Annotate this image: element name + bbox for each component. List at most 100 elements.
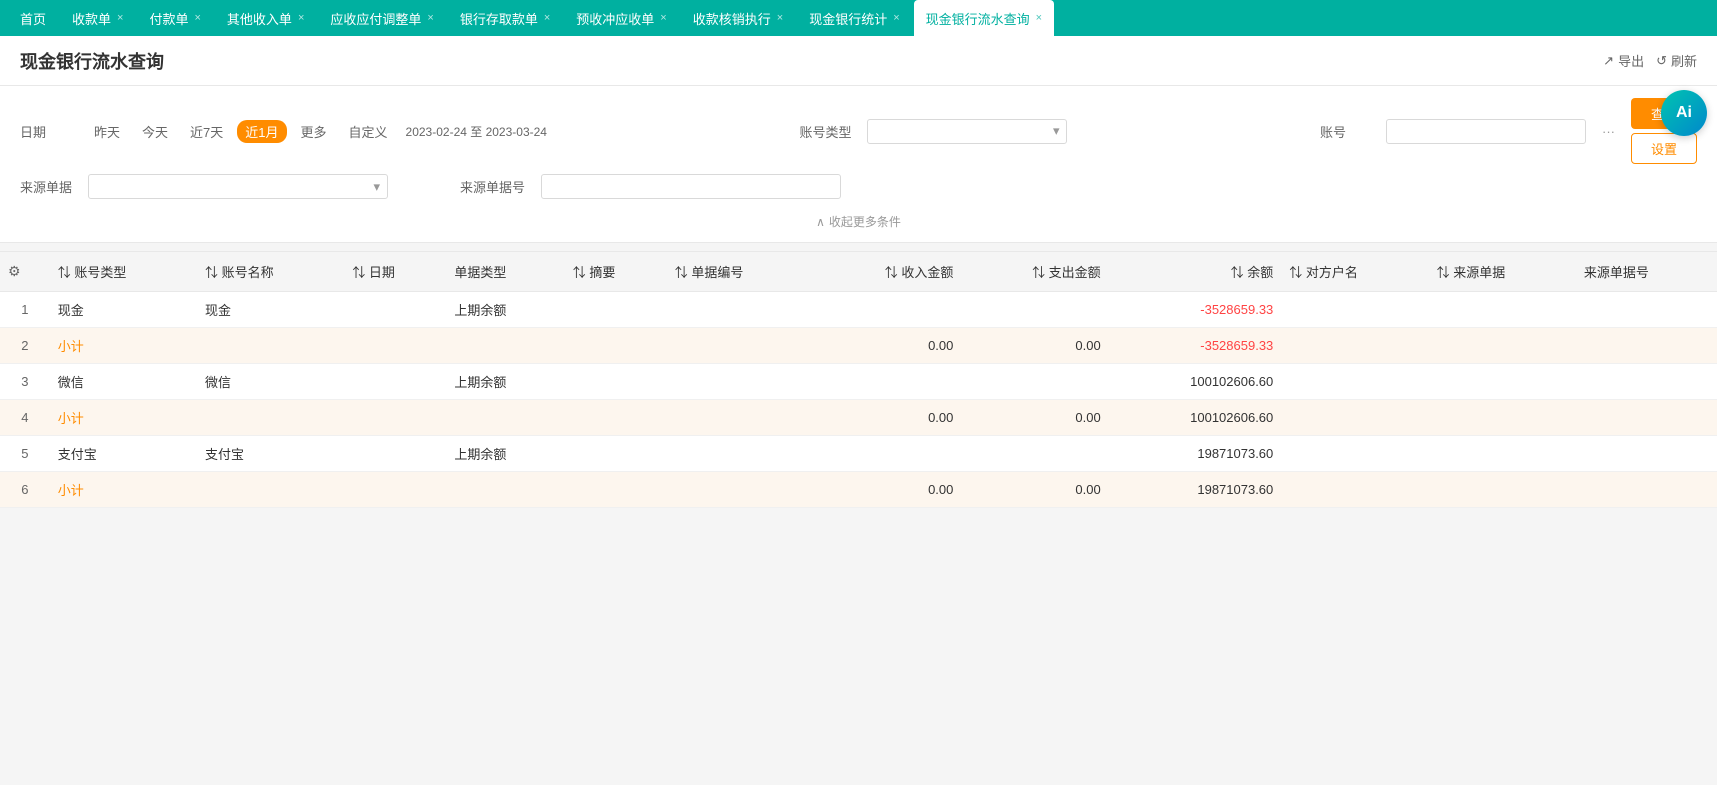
table-body: 1 现金 现金 上期余额 -3528659.33 2 小计 0.00 0.00 …	[0, 292, 1717, 508]
table-row: 6 小计 0.00 0.00 19871073.60	[0, 472, 1717, 508]
nav-tab-other-income[interactable]: 其他收入单 ×	[215, 0, 316, 36]
cell-account-type: 现金	[50, 292, 197, 328]
date-range-display: 2023-02-24 至 2023-03-24	[406, 123, 547, 140]
cell-account-type: 支付宝	[50, 436, 197, 472]
date-btn-yesterday[interactable]: 昨天	[86, 120, 128, 143]
date-btn-more[interactable]: 更多	[293, 120, 335, 143]
close-receipts-icon[interactable]: ×	[117, 12, 123, 24]
col-counterpart[interactable]: ⇅ 对方户名	[1281, 252, 1428, 292]
settings-button[interactable]: 设置	[1631, 133, 1697, 164]
gear-icon: ⚙	[8, 263, 21, 279]
table-row: 3 微信 微信 上期余额 100102606.60	[0, 364, 1717, 400]
col-expense[interactable]: ⇅ 支出金额	[961, 252, 1108, 292]
cell-account-name: 微信	[197, 364, 344, 400]
col-income-label: ⇅ 收入金额	[885, 265, 954, 280]
col-gear[interactable]: ⚙	[0, 252, 50, 292]
close-ar-ap-adjust-icon[interactable]: ×	[427, 12, 433, 24]
date-filter-label: 日期	[20, 122, 70, 141]
nav-tab-ar-ap-adjust-label: 应收应付调整单	[330, 9, 421, 28]
account-input[interactable]	[1386, 119, 1586, 144]
cell-doc-no	[667, 328, 814, 364]
cell-summary	[565, 472, 667, 508]
col-doc-type[interactable]: 单据类型	[446, 252, 564, 292]
collapse-bar[interactable]: ∧ 收起更多条件	[20, 209, 1697, 230]
nav-tab-cash-bank-stats[interactable]: 现金银行统计 ×	[797, 0, 911, 36]
close-bank-deposit-icon[interactable]: ×	[544, 12, 550, 24]
col-balance-label: ⇅ 余额	[1231, 265, 1274, 280]
col-doc-no[interactable]: ⇅ 单据编号	[667, 252, 814, 292]
cell-source-doc	[1429, 436, 1576, 472]
col-expense-label: ⇅ 支出金额	[1032, 265, 1101, 280]
account-type-select[interactable]	[867, 119, 1067, 144]
close-payments-icon[interactable]: ×	[194, 12, 200, 24]
date-btn-7days[interactable]: 近7天	[182, 120, 231, 143]
date-btn-today[interactable]: 今天	[134, 120, 176, 143]
nav-tab-cash-bank-stats-label: 现金银行统计	[809, 9, 887, 28]
cell-balance: 19871073.60	[1109, 436, 1282, 472]
close-collection-exec-icon[interactable]: ×	[777, 12, 783, 24]
filter-row-source: 来源单据 来源单据号	[20, 174, 1697, 199]
nav-tab-home[interactable]: 首页	[8, 0, 58, 36]
col-doc-no-label: ⇅ 单据编号	[675, 265, 744, 280]
col-account-type[interactable]: ⇅ 账号类型	[50, 252, 197, 292]
cell-doc-no	[667, 400, 814, 436]
col-doc-type-label: 单据类型	[454, 265, 506, 280]
cell-num: 1	[0, 292, 50, 328]
table-row: 2 小计 0.00 0.00 -3528659.33	[0, 328, 1717, 364]
ai-badge-button[interactable]: Ai	[1661, 90, 1707, 136]
date-btn-1month[interactable]: 近1月	[237, 120, 286, 143]
col-balance[interactable]: ⇅ 余额	[1109, 252, 1282, 292]
table-row: 5 支付宝 支付宝 上期余额 19871073.60	[0, 436, 1717, 472]
nav-tab-advance-offset-label: 预收冲应收单	[576, 9, 654, 28]
nav-tab-cash-bank-flow[interactable]: 现金银行流水查询 ×	[914, 0, 1054, 36]
cell-income: 0.00	[814, 400, 961, 436]
cell-summary	[565, 328, 667, 364]
cell-num: 5	[0, 436, 50, 472]
col-date-label: ⇅ 日期	[352, 265, 395, 280]
col-date[interactable]: ⇅ 日期	[344, 252, 446, 292]
col-source-doc-no[interactable]: 来源单据号	[1576, 252, 1717, 292]
export-button[interactable]: ↗ 导出	[1603, 51, 1644, 70]
cell-doc-type	[446, 472, 564, 508]
col-income[interactable]: ⇅ 收入金额	[814, 252, 961, 292]
close-other-income-icon[interactable]: ×	[298, 12, 304, 24]
export-label: 导出	[1618, 51, 1644, 70]
nav-tab-payments[interactable]: 付款单 ×	[137, 0, 212, 36]
col-account-name-label: ⇅ 账号名称	[205, 265, 274, 280]
cell-account-name: 现金	[197, 292, 344, 328]
close-cash-bank-flow-icon[interactable]: ×	[1036, 12, 1042, 24]
nav-tab-receipts-label: 收款单	[72, 9, 111, 28]
account-type-select-wrapper	[867, 119, 1067, 144]
cell-date	[344, 436, 446, 472]
refresh-label: 刷新	[1671, 51, 1697, 70]
account-type-label: 账号类型	[799, 122, 851, 141]
export-icon: ↗	[1603, 53, 1614, 69]
close-advance-offset-icon[interactable]: ×	[660, 12, 666, 24]
nav-tab-advance-offset[interactable]: 预收冲应收单 ×	[564, 0, 678, 36]
source-doc-select[interactable]	[88, 174, 388, 199]
col-account-type-label: ⇅ 账号类型	[58, 265, 127, 280]
cell-num: 2	[0, 328, 50, 364]
date-btn-custom[interactable]: 自定义	[341, 120, 396, 143]
nav-tab-bank-deposit[interactable]: 银行存取款单 ×	[448, 0, 562, 36]
refresh-button[interactable]: ↺ 刷新	[1656, 51, 1697, 70]
cell-date	[344, 472, 446, 508]
filter-area: 日期 昨天 今天 近7天 近1月 更多 自定义 2023-02-24 至 202…	[0, 86, 1717, 243]
cell-date	[344, 364, 446, 400]
cell-account-type: 微信	[50, 364, 197, 400]
nav-tab-collection-exec[interactable]: 收款核销执行 ×	[681, 0, 795, 36]
source-doc-no-input[interactable]	[541, 174, 841, 199]
nav-tab-ar-ap-adjust[interactable]: 应收应付调整单 ×	[318, 0, 445, 36]
cell-source-doc	[1429, 364, 1576, 400]
cell-counterpart	[1281, 472, 1428, 508]
cell-source-doc-no	[1576, 436, 1717, 472]
cell-account-name: 支付宝	[197, 436, 344, 472]
nav-tab-receipts[interactable]: 收款单 ×	[60, 0, 135, 36]
col-source-doc[interactable]: ⇅ 来源单据	[1429, 252, 1576, 292]
close-cash-bank-stats-icon[interactable]: ×	[893, 12, 899, 24]
cell-source-doc	[1429, 472, 1576, 508]
col-account-name[interactable]: ⇅ 账号名称	[197, 252, 344, 292]
col-summary[interactable]: ⇅ 摘要	[565, 252, 667, 292]
account-more-btn[interactable]: ···	[1602, 124, 1615, 139]
cell-income	[814, 436, 961, 472]
